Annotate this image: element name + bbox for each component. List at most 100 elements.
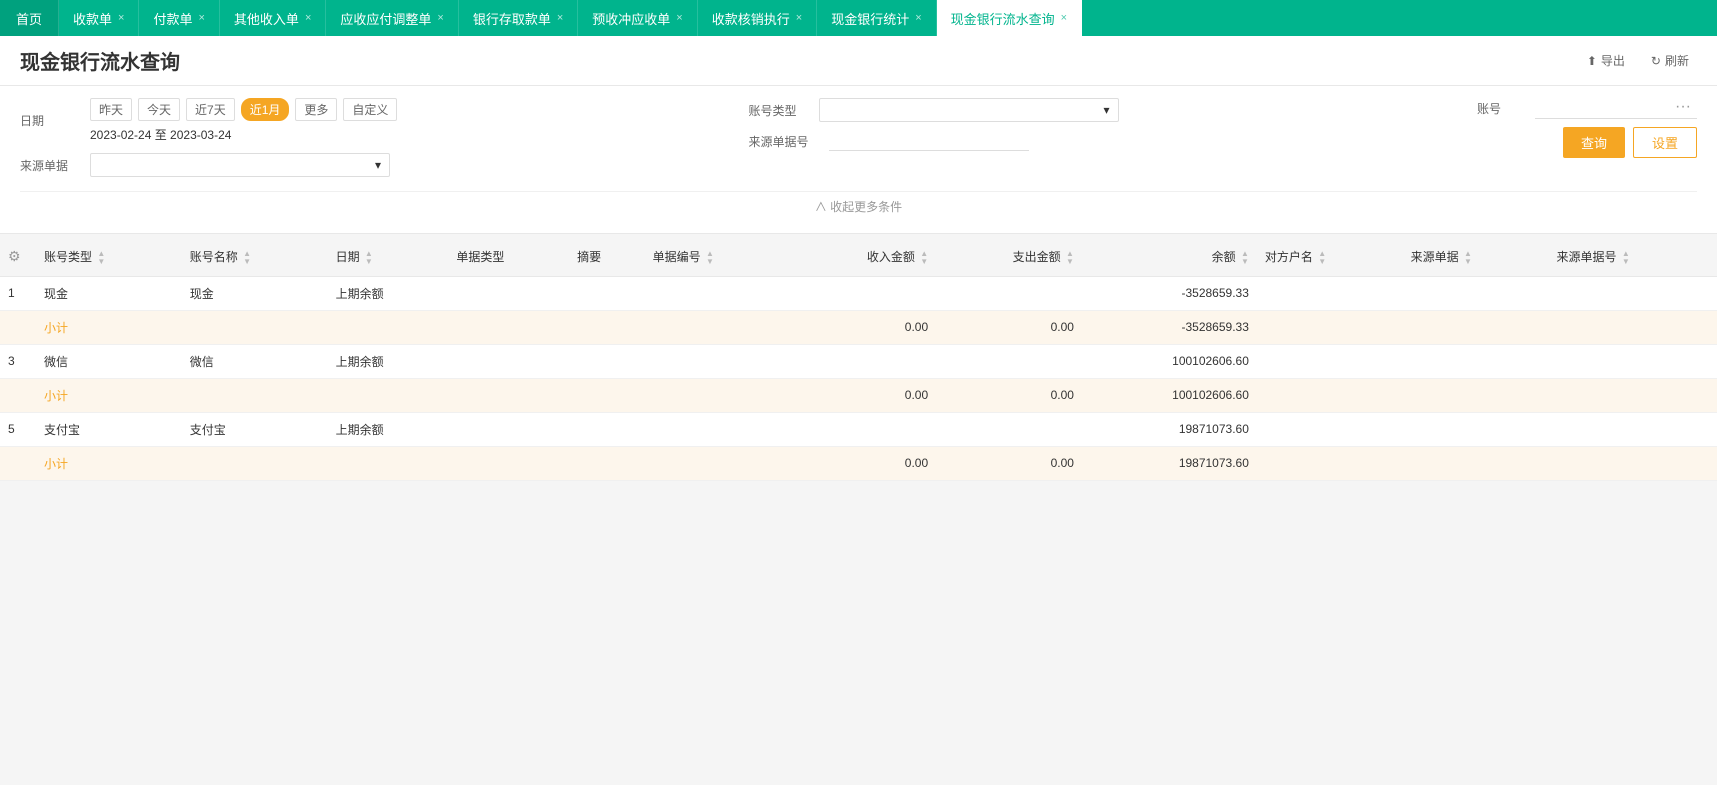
th-account-type[interactable]: 账号类型 ▲▼	[36, 238, 182, 276]
nav-tab-collection[interactable]: 收款核销执行 ×	[698, 0, 817, 36]
cell-income: 0.00	[790, 446, 936, 480]
account-type-select[interactable]: ▾	[819, 98, 1119, 122]
cell-date	[328, 446, 449, 480]
th-doc-no[interactable]: 单据编号 ▲▼	[645, 238, 791, 276]
sort-icon-date: ▲▼	[365, 250, 373, 266]
date-options: 昨天 今天 近7天 近1月 更多 自定义	[90, 98, 397, 121]
nav-home-label: 首页	[16, 9, 42, 28]
nav-tab-advance-close[interactable]: ×	[676, 12, 682, 24]
cell-counterpart	[1257, 446, 1403, 480]
nav-tab-ar-adjust[interactable]: 应收应付调整单 ×	[326, 0, 458, 36]
nav-tab-other-income[interactable]: 其他收入单 ×	[220, 0, 326, 36]
nav-tab-other-income-close[interactable]: ×	[305, 12, 311, 24]
filter-source-row: 来源单据 ▾	[20, 153, 719, 177]
account-type-chevron-icon: ▾	[1103, 103, 1109, 117]
cell-doc-no	[645, 446, 791, 480]
th-source-doc[interactable]: 来源单据 ▲▼	[1403, 238, 1549, 276]
date-1month[interactable]: 近1月	[241, 98, 290, 121]
cell-counterpart	[1257, 412, 1403, 446]
nav-tab-receipts-close[interactable]: ×	[118, 12, 124, 24]
nav-tab-payments[interactable]: 付款单 ×	[139, 0, 219, 36]
nav-tab-collection-close[interactable]: ×	[796, 12, 802, 24]
table-row[interactable]: 3 微信 微信 上期余额 100102606.60	[0, 344, 1717, 378]
table-row[interactable]: 小计 0.00 0.00 -3528659.33	[0, 310, 1717, 344]
nav-tab-advance-label: 预收冲应收单	[592, 9, 670, 28]
collapse-bar[interactable]: ∧ 收起更多条件	[20, 191, 1697, 221]
top-nav: 首页 收款单 × 付款单 × 其他收入单 × 应收应付调整单 × 银行存取款单 …	[0, 0, 1717, 36]
cell-balance: 19871073.60	[1082, 446, 1257, 480]
nav-tab-cash-stats[interactable]: 现金银行统计 ×	[817, 0, 936, 36]
refresh-button[interactable]: ↻ 刷新	[1643, 48, 1697, 73]
settings-button[interactable]: 设置	[1633, 127, 1697, 158]
cell-account-type: 小计	[36, 378, 182, 412]
cell-date: 上期余额	[328, 412, 449, 446]
table-settings-gear-icon[interactable]: ⚙	[8, 248, 21, 264]
cell-doc-type	[448, 378, 569, 412]
table-row[interactable]: 1 现金 现金 上期余额 -3528659.33	[0, 276, 1717, 310]
th-balance[interactable]: 余额 ▲▼	[1082, 238, 1257, 276]
th-counterpart[interactable]: 对方户名 ▲▼	[1257, 238, 1403, 276]
th-settings: ⚙	[0, 238, 36, 276]
cell-income: 0.00	[790, 310, 936, 344]
query-button[interactable]: 查询	[1563, 127, 1625, 158]
th-source-doc-no[interactable]: 来源单据号 ▲▼	[1548, 238, 1717, 276]
source-doc-no-label: 来源单据号	[749, 133, 809, 150]
cell-expense: 0.00	[936, 378, 1082, 412]
nav-tab-payments-label: 付款单	[153, 9, 192, 28]
cell-counterpart	[1257, 310, 1403, 344]
source-doc-select[interactable]: ▾	[90, 153, 390, 177]
date-today[interactable]: 今天	[138, 98, 180, 121]
cell-source-doc	[1403, 310, 1549, 344]
nav-tab-cash-stats-label: 现金银行统计	[831, 9, 909, 28]
table-row[interactable]: 小计 0.00 0.00 19871073.60	[0, 446, 1717, 480]
cell-source-doc-no	[1548, 412, 1717, 446]
nav-tab-ar-adjust-close[interactable]: ×	[437, 12, 443, 24]
account-type-label: 账号类型	[749, 102, 799, 119]
nav-tab-receipts[interactable]: 收款单 ×	[59, 0, 139, 36]
cell-income: 0.00	[790, 378, 936, 412]
date-7days[interactable]: 近7天	[186, 98, 235, 121]
nav-tab-cash-flow-close[interactable]: ×	[1061, 12, 1067, 24]
sort-icon-account-type: ▲▼	[97, 250, 105, 266]
cell-summary	[569, 378, 644, 412]
nav-tab-advance[interactable]: 预收冲应收单 ×	[578, 0, 697, 36]
export-label: 导出	[1601, 52, 1625, 69]
cell-source-doc-no	[1548, 446, 1717, 480]
date-more[interactable]: 更多	[295, 98, 337, 121]
cell-account-name	[182, 446, 328, 480]
table-row[interactable]: 5 支付宝 支付宝 上期余额 19871073.60	[0, 412, 1717, 446]
account-more-icon[interactable]: ···	[1669, 98, 1697, 116]
cell-no: 3	[0, 344, 36, 378]
collapse-label: 收起更多条件	[830, 200, 902, 214]
cell-doc-type	[448, 446, 569, 480]
table-body: 1 现金 现金 上期余额 -3528659.33 小计 0.00 0.00 -3…	[0, 276, 1717, 480]
th-income[interactable]: 收入金额 ▲▼	[790, 238, 936, 276]
cell-balance: -3528659.33	[1082, 310, 1257, 344]
date-yesterday[interactable]: 昨天	[90, 98, 132, 121]
cell-source-doc	[1403, 276, 1549, 310]
th-expense-label: 支出金额	[1013, 250, 1061, 264]
table-row[interactable]: 小计 0.00 0.00 100102606.60	[0, 378, 1717, 412]
source-doc-no-input[interactable]	[829, 132, 1029, 151]
export-button[interactable]: ⬆ 导出	[1579, 48, 1633, 73]
cell-no: 5	[0, 412, 36, 446]
date-custom[interactable]: 自定义	[343, 98, 397, 121]
cell-source-doc	[1403, 378, 1549, 412]
cell-expense: 0.00	[936, 310, 1082, 344]
nav-tab-bank-deposit[interactable]: 银行存取款单 ×	[459, 0, 578, 36]
sort-icon-source-doc-no: ▲▼	[1622, 250, 1630, 266]
nav-tab-payments-close[interactable]: ×	[198, 12, 204, 24]
th-date[interactable]: 日期 ▲▼	[328, 238, 449, 276]
nav-tab-cash-flow[interactable]: 现金银行流水查询 ×	[937, 0, 1082, 36]
cell-account-name: 支付宝	[182, 412, 328, 446]
cell-doc-type	[448, 412, 569, 446]
page-header: 现金银行流水查询 ⬆ 导出 ↻ 刷新	[0, 36, 1717, 86]
nav-tab-bank-deposit-close[interactable]: ×	[557, 12, 563, 24]
nav-home[interactable]: 首页	[0, 0, 59, 36]
refresh-label: 刷新	[1665, 52, 1689, 69]
th-summary-label: 摘要	[577, 250, 601, 264]
th-expense[interactable]: 支出金额 ▲▼	[936, 238, 1082, 276]
nav-tab-cash-stats-close[interactable]: ×	[915, 12, 921, 24]
th-account-name[interactable]: 账号名称 ▲▼	[182, 238, 328, 276]
filter-date-row: 日期 昨天 今天 近7天 近1月 更多 自定义 2023-02-24 至 202…	[20, 98, 719, 143]
